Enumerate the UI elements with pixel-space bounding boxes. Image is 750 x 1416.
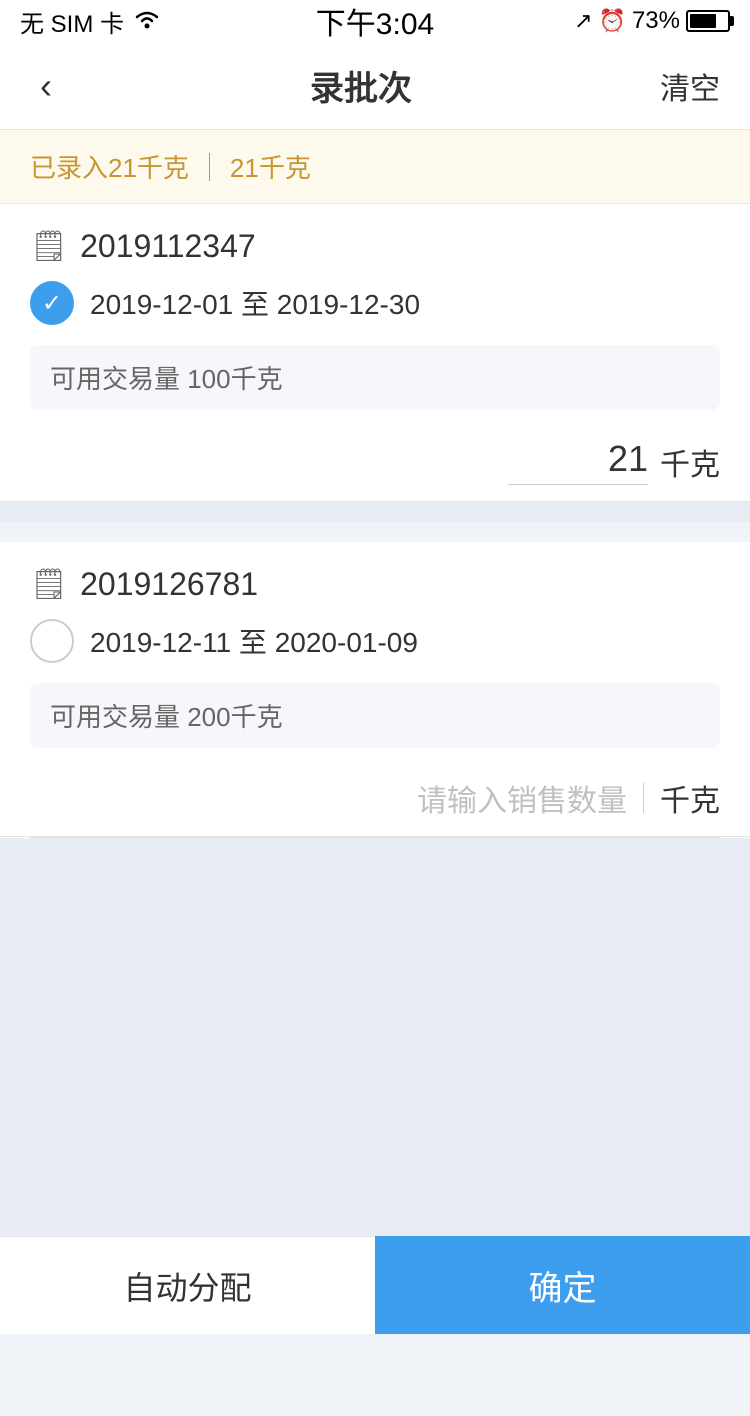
- batch-2-icon: 🗒: [30, 567, 68, 602]
- nav-bar: ‹ 录批次 清空: [0, 42, 750, 130]
- batch-2-avail: 可用交易量 200千克: [30, 683, 720, 748]
- batch-2-quantity-placeholder: 请输入销售数量: [417, 776, 627, 820]
- batch-2-quantity-row: 请输入销售数量 千克: [0, 764, 750, 837]
- clear-button[interactable]: 清空: [660, 64, 720, 108]
- batch-1-date-row: ✓ 2019-12-01 至 2019-12-30: [0, 273, 750, 337]
- check-icon: ✓: [42, 289, 62, 318]
- status-left: 无 SIM 卡: [20, 4, 162, 39]
- batch-1-quantity-row: 千克: [0, 426, 750, 502]
- section-separator: [0, 502, 750, 522]
- info-banner: 已录入21千克 21千克: [0, 130, 750, 204]
- batch-2-unit: 千克: [660, 776, 720, 820]
- batch-1-radio[interactable]: ✓: [30, 281, 74, 325]
- battery-icon: [686, 10, 730, 32]
- bottom-bar: 自动分配 确定: [0, 1236, 750, 1334]
- back-button[interactable]: ‹: [30, 55, 62, 117]
- batch-1-avail: 可用交易量 100千克: [30, 345, 720, 410]
- recorded-value: 21千克: [230, 148, 311, 185]
- status-right: ↗ ⏰ 73%: [574, 7, 730, 35]
- auto-distribute-button[interactable]: 自动分配: [0, 1236, 375, 1334]
- batch-2-id: 2019126781: [80, 566, 258, 603]
- battery-percent: 73%: [632, 7, 680, 35]
- batch-2-radio[interactable]: [30, 619, 74, 663]
- batch-card-2: 🗒 2019126781 2019-12-11 至 2020-01-09 可用交…: [0, 542, 750, 838]
- time-display: 下午3:04: [316, 0, 434, 43]
- batch-2-date-row: 2019-12-11 至 2020-01-09: [0, 611, 750, 675]
- batch-card-1: 🗒 2019112347 ✓ 2019-12-01 至 2019-12-30 可…: [0, 204, 750, 502]
- input-cursor: [643, 783, 644, 813]
- carrier-label: 无 SIM 卡: [20, 4, 124, 39]
- batch-1-header: 🗒 2019112347: [0, 204, 750, 273]
- alarm-icon: ⏰: [599, 8, 626, 34]
- confirm-button[interactable]: 确定: [375, 1236, 750, 1334]
- batch-1-id: 2019112347: [80, 228, 256, 265]
- batch-1-icon: 🗒: [30, 229, 68, 264]
- batch-1-quantity-input[interactable]: [508, 438, 648, 485]
- batch-2-header: 🗒 2019126781: [0, 542, 750, 611]
- batch-1-date: 2019-12-01 至 2019-12-30: [90, 283, 420, 323]
- wifi-icon: [132, 7, 162, 36]
- page-title: 录批次: [310, 61, 412, 110]
- recorded-label: 已录入21千克: [30, 148, 189, 185]
- batch-2-date: 2019-12-11 至 2020-01-09: [90, 621, 418, 661]
- info-divider: [209, 153, 210, 181]
- batch-1-unit: 千克: [660, 440, 720, 484]
- status-bar: 无 SIM 卡 下午3:04 ↗ ⏰ 73%: [0, 0, 750, 42]
- location-icon: ↗: [574, 8, 592, 34]
- main-content: 已录入21千克 21千克 🗒 2019112347 ✓ 2019-12-01 至…: [0, 130, 750, 1416]
